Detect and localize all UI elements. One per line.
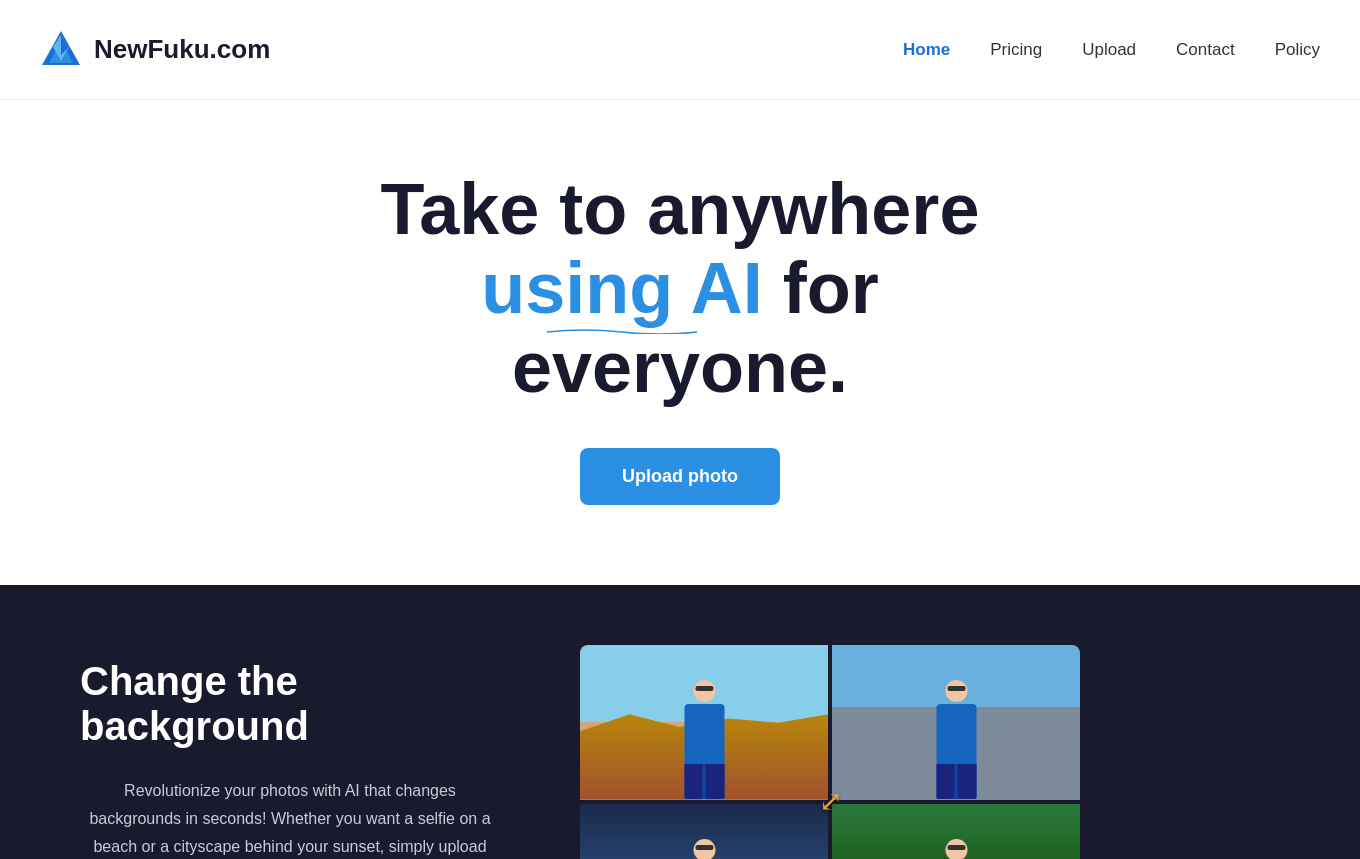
upload-photo-button[interactable]: Upload photo xyxy=(580,448,780,505)
nav-upload[interactable]: Upload xyxy=(1082,40,1136,60)
logo[interactable]: NewFuku.com xyxy=(40,29,270,71)
feature-heading: Change the background xyxy=(80,659,500,749)
feature-section: Change the background Revolutionize your… xyxy=(0,585,1360,859)
feature-description: Revolutionize your photos with AI that c… xyxy=(80,777,500,859)
feature-text-block: Change the background Revolutionize your… xyxy=(80,659,500,859)
grid-center-arrow: ⤢ xyxy=(808,780,852,824)
person-head-city xyxy=(945,680,967,702)
nav-policy[interactable]: Policy xyxy=(1275,40,1320,60)
main-nav: Home Pricing Upload Contact Policy xyxy=(903,40,1320,60)
person-sunglasses xyxy=(695,686,713,691)
hero-title-ai: using AI xyxy=(481,249,762,328)
arrow-icon: ⤢ xyxy=(819,785,842,818)
person-legs xyxy=(684,764,724,799)
feature-image-block: ⤢ xyxy=(580,645,1080,859)
nav-contact[interactable]: Contact xyxy=(1176,40,1235,60)
hero-title-line1: Take to anywhere xyxy=(381,169,980,249)
nav-home[interactable]: Home xyxy=(903,40,950,60)
logo-icon xyxy=(40,29,82,71)
person-city xyxy=(929,680,984,800)
hero-section: Take to anywhere using AI foreveryone. U… xyxy=(0,100,1360,585)
photo-cell-forest xyxy=(832,804,1080,859)
person-head xyxy=(693,680,715,702)
person-blue xyxy=(677,839,732,859)
person-forest xyxy=(929,839,984,859)
nav-pricing[interactable]: Pricing xyxy=(990,40,1042,60)
brand-name: NewFuku.com xyxy=(94,34,270,65)
photo-cell-original xyxy=(580,645,828,800)
hero-title: Take to anywhere using AI foreveryone. xyxy=(40,170,1320,408)
person-body xyxy=(684,704,724,764)
photo-grid: ⤢ xyxy=(580,645,1080,859)
photo-cell-blue xyxy=(580,804,828,859)
person-original xyxy=(677,680,732,800)
photo-cell-city xyxy=(832,645,1080,800)
